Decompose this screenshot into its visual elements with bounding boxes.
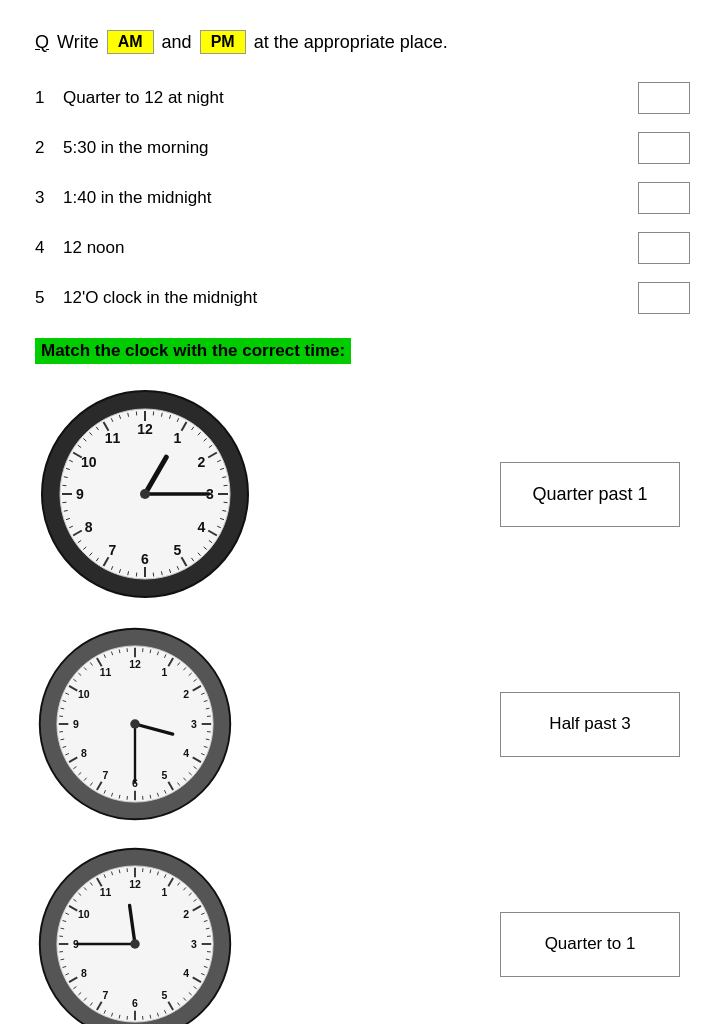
clock-container-1: 121234567891011: [35, 384, 255, 604]
q-text-5: 12'O clock in the midnight: [63, 288, 618, 308]
header-question: Q Write AM and PM at the appropriate pla…: [35, 30, 690, 54]
answer-box-2[interactable]: [638, 132, 690, 164]
q-label: Q: [35, 32, 49, 53]
q-num-2: 2: [35, 138, 63, 158]
svg-text:3: 3: [191, 719, 197, 730]
svg-text:1: 1: [174, 430, 182, 446]
match-row-2: 121234567891011 Half past 3: [35, 624, 690, 824]
svg-text:8: 8: [85, 519, 93, 535]
svg-text:2: 2: [183, 909, 189, 920]
q-text-2: 5:30 in the morning: [63, 138, 618, 158]
svg-text:2: 2: [183, 689, 189, 700]
svg-text:12: 12: [129, 879, 141, 890]
am-pm-section: 1 Quarter to 12 at night 2 5:30 in the m…: [35, 82, 690, 314]
svg-text:2: 2: [197, 454, 205, 470]
q-text-3: 1:40 in the midnight: [63, 188, 618, 208]
answer-box-3[interactable]: [638, 182, 690, 214]
svg-point-76: [140, 489, 150, 499]
svg-text:10: 10: [78, 909, 90, 920]
q-num-3: 3: [35, 188, 63, 208]
clock-3: 121234567891011: [35, 839, 235, 1024]
svg-text:5: 5: [174, 542, 182, 558]
match-section-title: Match the clock with the correct time:: [35, 338, 351, 364]
clock-container-3: 121234567891011: [35, 844, 235, 1024]
svg-text:7: 7: [103, 990, 109, 1001]
rest-text: at the appropriate place.: [254, 32, 448, 53]
svg-text:7: 7: [109, 542, 117, 558]
q-num-5: 5: [35, 288, 63, 308]
time-label-3: Quarter to 1: [500, 912, 680, 977]
q-num-4: 4: [35, 238, 63, 258]
q-text-1: Quarter to 12 at night: [63, 88, 618, 108]
svg-text:11: 11: [105, 430, 121, 446]
svg-point-153: [130, 719, 140, 729]
svg-text:4: 4: [197, 519, 205, 535]
svg-text:5: 5: [162, 990, 168, 1001]
question-row-3: 3 1:40 in the midnight: [35, 182, 690, 214]
match-row-1: 121234567891011 Quarter past 1: [35, 384, 690, 604]
svg-point-230: [130, 939, 140, 949]
svg-text:8: 8: [81, 748, 87, 759]
svg-text:1: 1: [162, 667, 168, 678]
pm-badge: PM: [200, 30, 246, 54]
svg-text:10: 10: [81, 454, 97, 470]
svg-text:6: 6: [141, 551, 149, 567]
svg-text:6: 6: [132, 998, 138, 1009]
svg-text:11: 11: [100, 887, 112, 898]
q-text-4: 12 noon: [63, 238, 618, 258]
answer-box-1[interactable]: [638, 82, 690, 114]
svg-text:8: 8: [81, 968, 87, 979]
q-num-1: 1: [35, 88, 63, 108]
question-row-1: 1 Quarter to 12 at night: [35, 82, 690, 114]
svg-text:9: 9: [76, 486, 84, 502]
match-row-3: 121234567891011 Quarter to 1: [35, 844, 690, 1024]
svg-text:4: 4: [183, 748, 189, 759]
svg-text:12: 12: [137, 421, 153, 437]
question-row-2: 2 5:30 in the morning: [35, 132, 690, 164]
svg-text:3: 3: [191, 939, 197, 950]
clock-2: 121234567891011: [35, 619, 235, 829]
svg-text:1: 1: [162, 887, 168, 898]
clock-container-2: 121234567891011: [35, 624, 235, 824]
svg-text:5: 5: [162, 770, 168, 781]
question-row-5: 5 12'O clock in the midnight: [35, 282, 690, 314]
question-row-4: 4 12 noon: [35, 232, 690, 264]
svg-text:4: 4: [183, 968, 189, 979]
match-section: 121234567891011 Quarter past 1 121234567…: [35, 384, 690, 1024]
write-text: Write: [57, 32, 99, 53]
clock-1: 121234567891011: [40, 389, 250, 599]
time-label-2: Half past 3: [500, 692, 680, 757]
am-badge: AM: [107, 30, 154, 54]
and-text: and: [162, 32, 192, 53]
svg-text:12: 12: [129, 659, 141, 670]
answer-box-4[interactable]: [638, 232, 690, 264]
svg-text:10: 10: [78, 689, 90, 700]
svg-text:11: 11: [100, 667, 112, 678]
answer-box-5[interactable]: [638, 282, 690, 314]
svg-text:7: 7: [103, 770, 109, 781]
svg-text:9: 9: [73, 719, 79, 730]
time-label-1: Quarter past 1: [500, 462, 680, 527]
